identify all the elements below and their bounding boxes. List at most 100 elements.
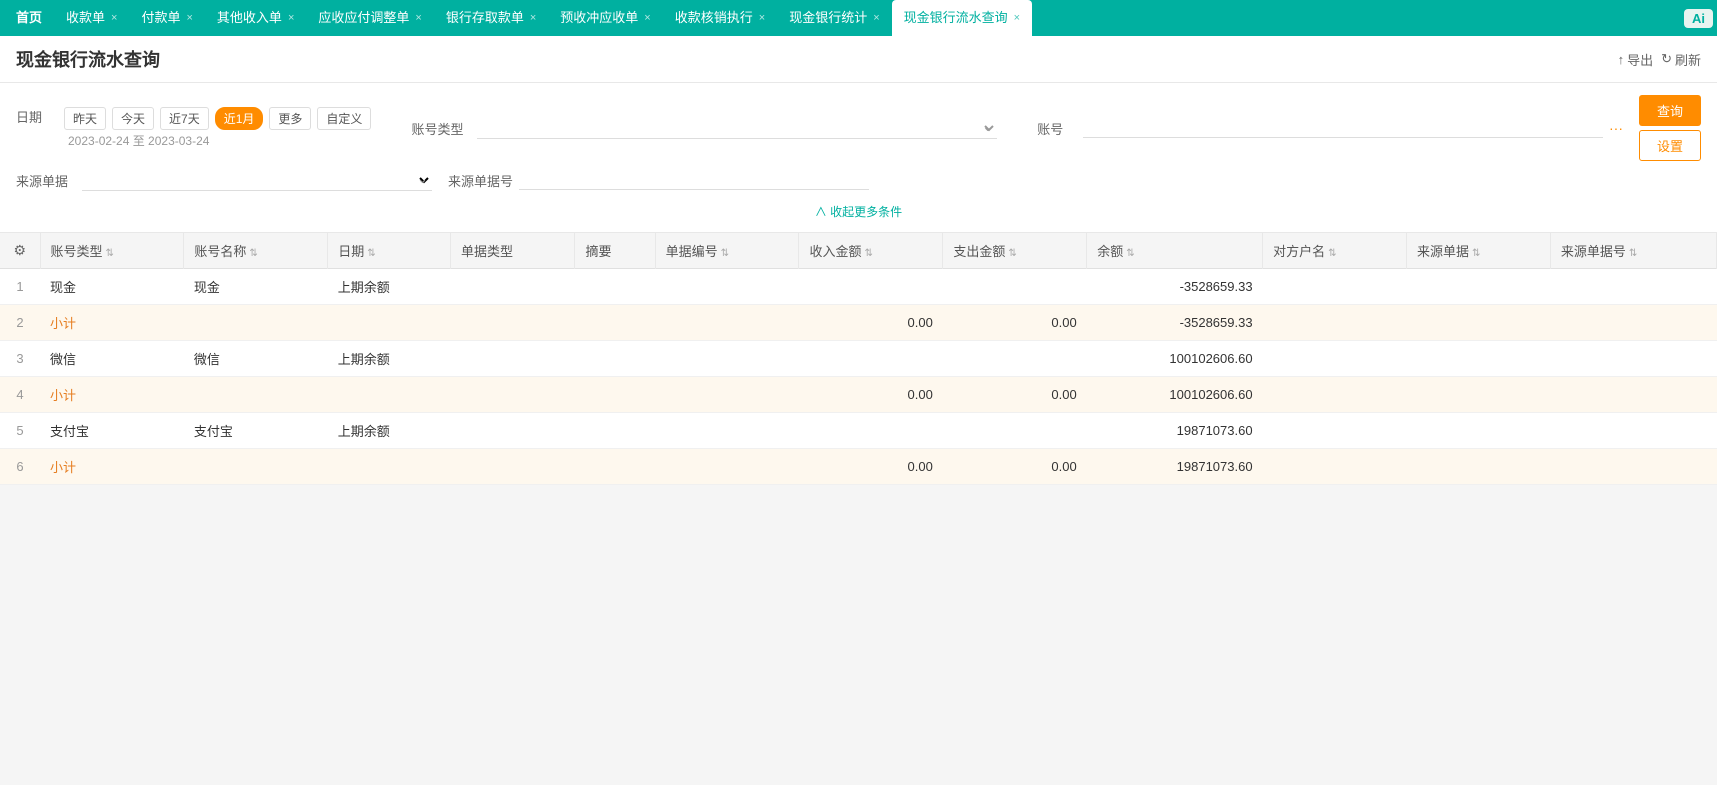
nav-close-cash-bank-flow[interactable]: × (1014, 0, 1020, 36)
cell-balance: 100102606.60 (1087, 377, 1263, 413)
account-dots-button[interactable]: ··· (1609, 120, 1623, 136)
nav-close-prepay-offset[interactable]: × (644, 0, 650, 36)
sort-source-doc-icon: ⇅ (1472, 248, 1480, 259)
cell-expense: 0.00 (943, 305, 1087, 341)
account-type-filter: 账号类型 (411, 117, 997, 139)
cell-date: 上期余额 (328, 341, 451, 377)
row-number: 1 (0, 269, 40, 305)
nav-bank-deposit[interactable]: 银行存取款单 × (434, 0, 548, 36)
cell-counterparty (1263, 269, 1407, 305)
nav-prepay-offset[interactable]: 预收冲应收单 × (548, 0, 662, 36)
refresh-icon: ↻ (1661, 51, 1672, 67)
table-row: 3 微信 微信 上期余额 100102606.60 (0, 341, 1717, 377)
source-doc-no-label: 来源单据号 (448, 171, 513, 190)
nav-receipt[interactable]: 收款单 × (54, 0, 129, 36)
query-button[interactable]: 查询 (1639, 95, 1701, 126)
col-counterparty[interactable]: 对方户名⇅ (1263, 233, 1407, 269)
cell-expense (943, 269, 1087, 305)
cell-account-type: 小计 (40, 377, 184, 413)
col-account-name[interactable]: 账号名称⇅ (184, 233, 328, 269)
date-btn-more[interactable]: 更多 (269, 107, 311, 130)
cell-doc-no (655, 269, 799, 305)
col-summary[interactable]: 摘要 (575, 233, 655, 269)
nav-cash-bank-flow[interactable]: 现金银行流水查询 × (892, 0, 1032, 36)
col-doc-no[interactable]: 单据编号⇅ (655, 233, 799, 269)
refresh-button[interactable]: ↻ 刷新 (1661, 50, 1701, 69)
table-row: 4 小计 0.00 0.00 100102606.60 (0, 377, 1717, 413)
col-date[interactable]: 日期⇅ (328, 233, 451, 269)
date-btn-custom[interactable]: 自定义 (317, 107, 371, 130)
table-row: 2 小计 0.00 0.00 -3528659.33 (0, 305, 1717, 341)
account-type-select[interactable] (477, 117, 997, 139)
cell-income (799, 269, 943, 305)
col-source-doc[interactable]: 来源单据⇅ (1406, 233, 1550, 269)
cell-account-name: 微信 (184, 341, 328, 377)
cell-balance: -3528659.33 (1087, 269, 1263, 305)
header-actions: ↑ 导出 ↻ 刷新 (1618, 50, 1701, 69)
export-icon: ↑ (1618, 52, 1625, 67)
nav-close-other-income[interactable]: × (288, 0, 294, 36)
nav-payment[interactable]: 付款单 × (129, 0, 204, 36)
top-nav: 首页 收款单 × 付款单 × 其他收入单 × 应收应付调整单 × 银行存取款单 … (0, 0, 1717, 36)
cell-doc-no (655, 413, 799, 449)
col-settings[interactable]: ⚙ (0, 233, 40, 269)
cell-balance: 19871073.60 (1087, 449, 1263, 485)
cell-account-name (184, 449, 328, 485)
date-btn-1month[interactable]: 近1月 (215, 107, 264, 130)
table-body: 1 现金 现金 上期余额 -3528659.33 2 小计 0.00 0.00 … (0, 269, 1717, 485)
sort-balance-icon: ⇅ (1126, 248, 1134, 259)
collapse-bar[interactable]: ∧ 收起更多条件 (16, 199, 1701, 224)
account-type-label: 账号类型 (411, 119, 471, 138)
table-row: 1 现金 现金 上期余额 -3528659.33 (0, 269, 1717, 305)
cell-account-type: 微信 (40, 341, 184, 377)
col-account-type[interactable]: 账号类型⇅ (40, 233, 184, 269)
cell-source-doc (1406, 413, 1550, 449)
cell-counterparty (1263, 449, 1407, 485)
date-btn-today[interactable]: 今天 (112, 107, 154, 130)
account-input[interactable] (1083, 118, 1603, 138)
ai-badge: Ai (1684, 9, 1713, 28)
cell-doc-no (655, 449, 799, 485)
nav-cash-bank-stat[interactable]: 现金银行统计 × (777, 0, 891, 36)
nav-close-receipt[interactable]: × (111, 0, 117, 36)
cell-date (328, 377, 451, 413)
cell-summary (575, 413, 655, 449)
sort-source-doc-no-icon: ⇅ (1629, 248, 1637, 259)
row-number: 3 (0, 341, 40, 377)
cell-doc-type (451, 341, 575, 377)
account-type-select-wrapper (477, 117, 997, 139)
col-expense[interactable]: 支出金额⇅ (943, 233, 1087, 269)
col-doc-type[interactable]: 单据类型 (451, 233, 575, 269)
row-number: 4 (0, 377, 40, 413)
col-balance[interactable]: 余额⇅ (1087, 233, 1263, 269)
date-btn-7days[interactable]: 近7天 (160, 107, 209, 130)
page-title: 现金银行流水查询 (16, 46, 160, 72)
nav-close-payment[interactable]: × (186, 0, 192, 36)
nav-close-ar-ap-adjust[interactable]: × (415, 0, 421, 36)
date-btn-yesterday[interactable]: 昨天 (64, 107, 106, 130)
cell-doc-no (655, 305, 799, 341)
cell-source-doc-no (1550, 449, 1716, 485)
date-label: 日期 (16, 107, 56, 126)
export-button[interactable]: ↑ 导出 (1618, 50, 1654, 69)
cell-source-doc-no (1550, 305, 1716, 341)
source-doc-select[interactable] (82, 169, 432, 191)
col-income[interactable]: 收入金额⇅ (799, 233, 943, 269)
cell-date (328, 305, 451, 341)
nav-close-receipt-verify[interactable]: × (759, 0, 765, 36)
nav-close-cash-bank-stat[interactable]: × (873, 0, 879, 36)
settings-button[interactable]: 设置 (1639, 130, 1701, 161)
table-row: 6 小计 0.00 0.00 19871073.60 (0, 449, 1717, 485)
nav-close-bank-deposit[interactable]: × (530, 0, 536, 36)
nav-other-income[interactable]: 其他收入单 × (205, 0, 306, 36)
source-doc-no-input[interactable] (519, 170, 869, 190)
cell-account-name: 支付宝 (184, 413, 328, 449)
cell-counterparty (1263, 413, 1407, 449)
nav-ar-ap-adjust[interactable]: 应收应付调整单 × (306, 0, 433, 36)
nav-receipt-verify[interactable]: 收款核销执行 × (663, 0, 777, 36)
col-source-doc-no[interactable]: 来源单据号⇅ (1550, 233, 1716, 269)
sort-counterparty-icon: ⇅ (1328, 248, 1336, 259)
source-doc-label: 来源单据 (16, 171, 76, 190)
nav-home[interactable]: 首页 (4, 0, 54, 36)
sort-account-name-icon: ⇅ (249, 248, 257, 259)
